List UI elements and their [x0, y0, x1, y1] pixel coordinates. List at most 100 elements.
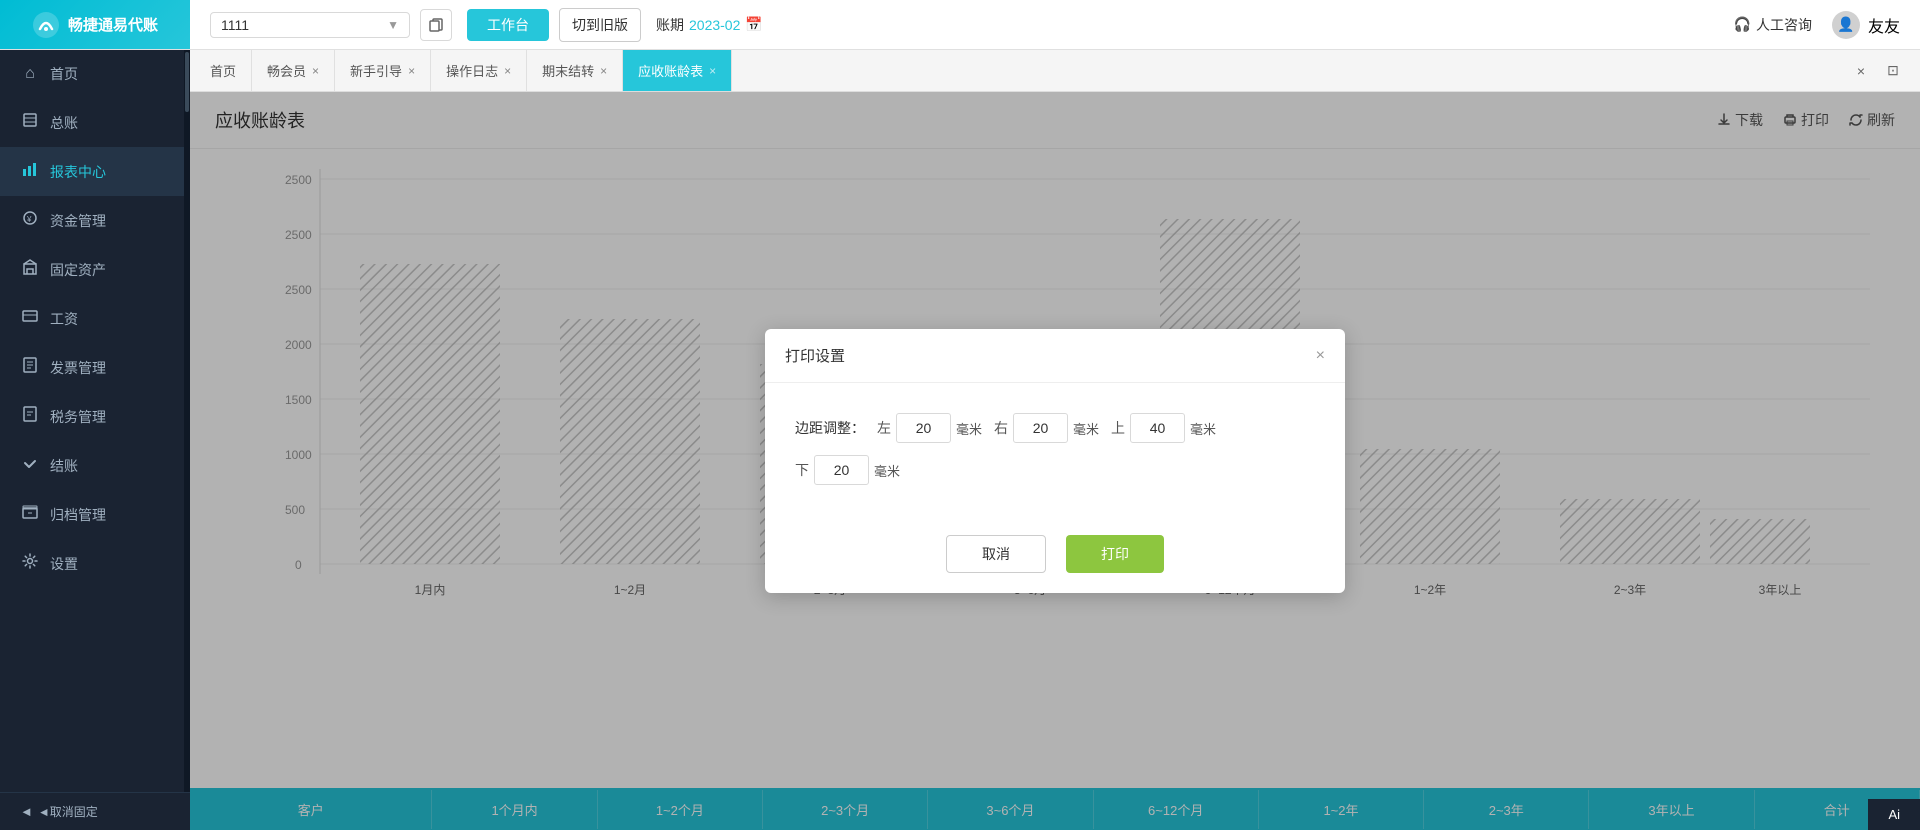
sidebar-item-label-payroll: 工资 [50, 309, 78, 329]
sidebar-item-settings[interactable]: 设置 [0, 539, 184, 588]
sidebar-item-archive[interactable]: 归档管理 [0, 490, 184, 539]
tab-period-end-close[interactable]: × [600, 64, 607, 78]
collapse-sidebar-button[interactable]: ◄ ◄取消固定 [0, 792, 190, 830]
sidebar-item-label-home: 首页 [50, 64, 78, 84]
top-margin-input[interactable] [1130, 413, 1185, 443]
sidebar-item-fund-management[interactable]: ¥ 资金管理 [0, 196, 184, 245]
sidebar-scroll-thumb [185, 52, 189, 112]
building-icon [20, 259, 40, 280]
tab-home[interactable]: 首页 [195, 50, 252, 91]
sidebar-item-label-report: 报表中心 [50, 162, 106, 182]
copy-button[interactable] [420, 9, 452, 41]
sidebar-item-invoice[interactable]: 发票管理 [0, 343, 184, 392]
top-margin-unit: 毫米 [1190, 419, 1216, 438]
logo-text: 畅捷通易代账 [68, 14, 158, 35]
confirm-print-button[interactable]: 打印 [1066, 535, 1164, 573]
bottom-direction-label: 下 [795, 460, 809, 480]
tab-member[interactable]: 畅会员 × [252, 50, 335, 91]
collapse-label: ◄取消固定 [38, 803, 98, 820]
home-icon: ⌂ [20, 65, 40, 83]
avatar-icon: 👤 [1837, 16, 1854, 33]
tab-guide-close[interactable]: × [408, 64, 415, 78]
payroll-icon [20, 308, 40, 329]
user-info[interactable]: 👤 友友 [1832, 11, 1900, 39]
tabs-close-button[interactable]: × [1849, 59, 1873, 83]
tab-ar-aging[interactable]: 应收账龄表 × [623, 50, 732, 91]
print-settings-dialog: 打印设置 × 边距调整： 左 毫米 [765, 329, 1345, 593]
consulting-label: 人工咨询 [1756, 15, 1812, 35]
tab-period-end[interactable]: 期末结转 × [527, 50, 623, 91]
switch-old-button[interactable]: 切到旧版 [559, 8, 641, 42]
left-margin-unit: 毫米 [956, 419, 982, 438]
modal-footer: 取消 打印 [765, 515, 1345, 593]
right-direction-label: 右 [994, 418, 1008, 438]
right-margin-input[interactable] [1013, 413, 1068, 443]
header-right: 🎧 人工咨询 👤 友友 [1734, 11, 1920, 39]
sidebar-item-checkout[interactable]: 结账 [0, 441, 184, 490]
logo-area: 畅捷通易代账 [0, 0, 190, 49]
period-value: 2023-02 [689, 17, 740, 33]
modal-close-button[interactable]: × [1316, 347, 1325, 365]
sidebar-item-label-assets: 固定资产 [50, 260, 106, 280]
cancel-button[interactable]: 取消 [946, 535, 1046, 573]
modal-overlay: 打印设置 × 边距调整： 左 毫米 [190, 92, 1920, 830]
sidebar-item-report-center[interactable]: 报表中心 [0, 147, 184, 196]
tab-ar-aging-label: 应收账龄表 [638, 61, 703, 80]
main-layout: ⌂ 首页 总账 报表中心 ¥ [0, 50, 1920, 830]
sidebar-item-home[interactable]: ⌂ 首页 [0, 50, 184, 98]
chart-icon [20, 161, 40, 182]
invoice-icon [20, 357, 40, 378]
modal-header: 打印设置 × [765, 329, 1345, 383]
sidebar: ⌂ 首页 总账 报表中心 ¥ [0, 50, 190, 830]
left-margin-group: 左 毫米 [877, 413, 982, 443]
tab-member-label: 畅会员 [267, 61, 306, 80]
tab-period-end-label: 期末结转 [542, 61, 594, 80]
archive-icon [20, 504, 40, 525]
sidebar-item-label-archive: 归档管理 [50, 505, 106, 525]
tab-member-close[interactable]: × [312, 64, 319, 78]
tab-guide-label: 新手引导 [350, 61, 402, 80]
tab-guide[interactable]: 新手引导 × [335, 50, 431, 91]
ai-badge-label: Ai [1888, 807, 1900, 822]
svg-text:¥: ¥ [26, 215, 32, 224]
margin-form-row: 边距调整： 左 毫米 右 毫米 [795, 413, 1315, 485]
top-margin-group: 上 毫米 [1111, 413, 1216, 443]
ai-badge[interactable]: Ai [1868, 799, 1920, 830]
headset-icon: 🎧 [1734, 16, 1751, 33]
sidebar-item-general-ledger[interactable]: 总账 [0, 98, 184, 147]
tax-icon [20, 406, 40, 427]
company-dropdown-icon: ▼ [387, 18, 399, 32]
collapse-icon: ◄ [20, 804, 33, 819]
sidebar-item-label-tax: 税务管理 [50, 407, 106, 427]
copy-icon [428, 17, 444, 33]
left-margin-input[interactable] [896, 413, 951, 443]
page-inner: 应收账龄表 下载 [190, 92, 1920, 830]
fund-icon: ¥ [20, 210, 40, 231]
calendar-icon[interactable]: 📅 [745, 16, 762, 33]
bottom-margin-unit: 毫米 [874, 461, 900, 480]
bottom-margin-input[interactable] [814, 455, 869, 485]
ledger-icon [20, 112, 40, 133]
tab-ar-aging-close[interactable]: × [709, 64, 716, 78]
sidebar-item-tax[interactable]: 税务管理 [0, 392, 184, 441]
bottom-margin-group: 下 毫米 [795, 455, 900, 485]
avatar: 👤 [1832, 11, 1860, 39]
sidebar-item-fixed-assets[interactable]: 固定资产 [0, 245, 184, 294]
sidebar-item-payroll[interactable]: 工资 [0, 294, 184, 343]
tab-home-label: 首页 [210, 61, 236, 80]
sidebar-item-label-checkout: 结账 [50, 456, 78, 476]
sidebar-item-label-settings: 设置 [50, 554, 78, 574]
right-margin-group: 右 毫米 [994, 413, 1099, 443]
left-direction-label: 左 [877, 418, 891, 438]
checkout-icon [20, 455, 40, 476]
period-prefix: 账期 [656, 15, 684, 35]
period-info: 账期 2023-02 📅 [656, 15, 763, 35]
sidebar-item-label-fund: 资金管理 [50, 211, 106, 231]
tabs-expand-button[interactable]: ⊡ [1881, 59, 1905, 83]
workbench-button[interactable]: 工作台 [467, 9, 549, 41]
tab-operation-log-close[interactable]: × [504, 64, 511, 78]
company-selector[interactable]: 1111 ▼ [210, 12, 410, 38]
tab-operation-log[interactable]: 操作日志 × [431, 50, 527, 91]
tabs-bar: 首页 畅会员 × 新手引导 × 操作日志 × 期末结转 × 应收账龄表 × [190, 50, 1920, 92]
consulting-button[interactable]: 🎧 人工咨询 [1734, 15, 1812, 35]
